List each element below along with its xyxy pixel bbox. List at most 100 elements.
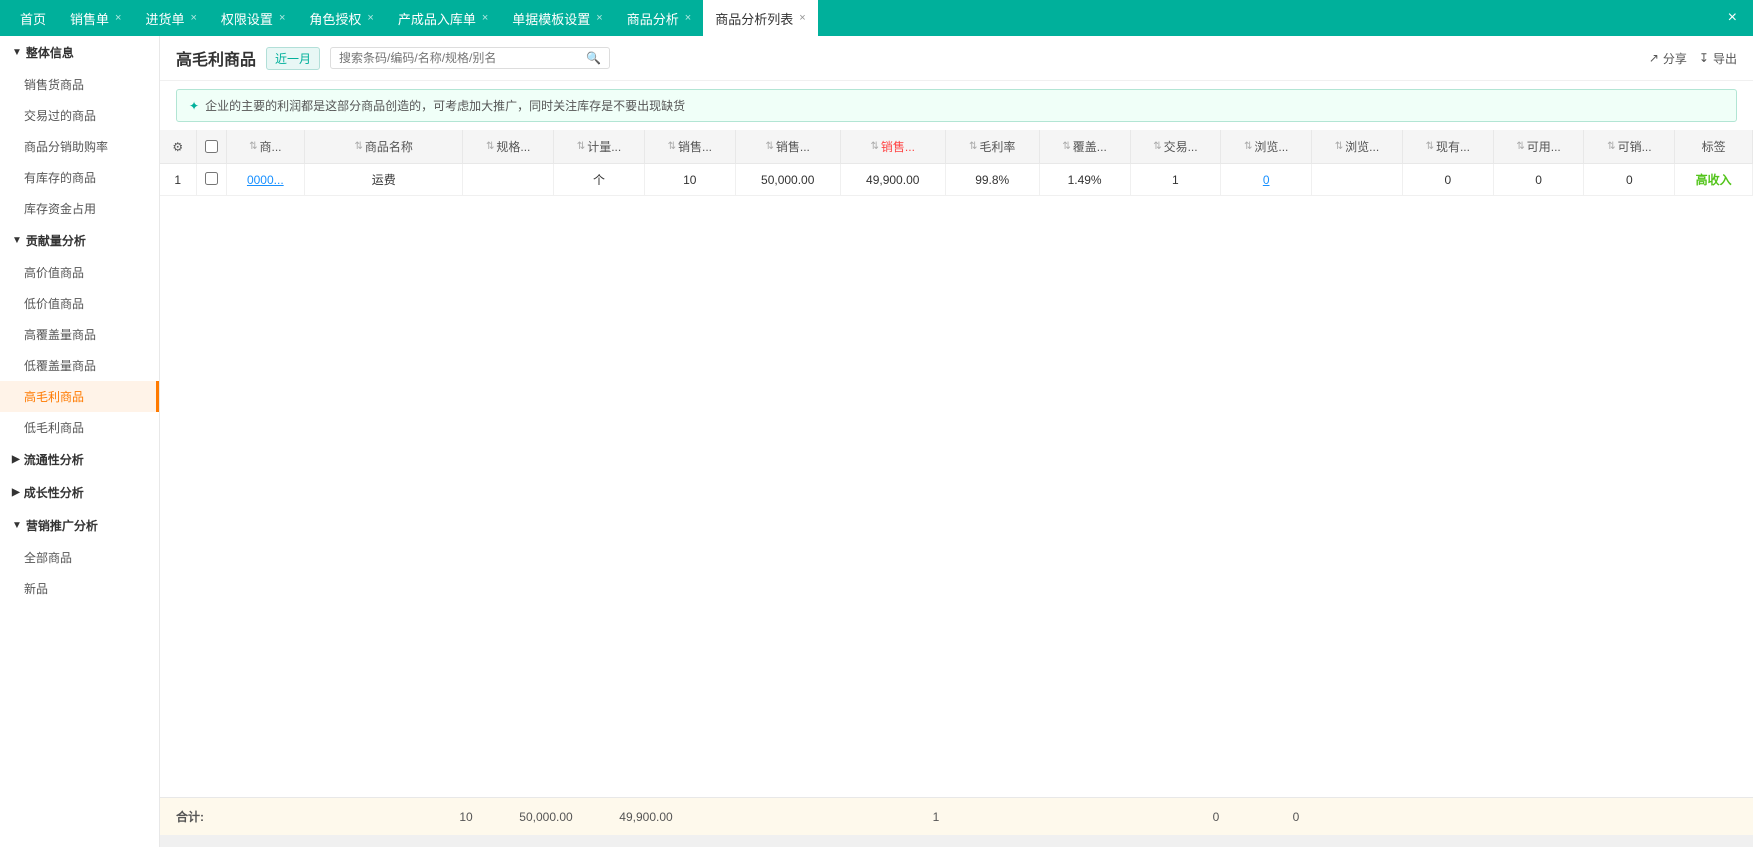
sidebar-group-growth[interactable]: ▶ 成长性分析 — [0, 476, 159, 509]
group-arrow-overall: ▼ — [12, 47, 22, 58]
sidebar-item-high-coverage[interactable]: 高覆盖量商品 — [0, 319, 159, 350]
table-row: 1 0000... 运费 个 10 50,000.00 49,900.00 99… — [160, 164, 1753, 196]
info-icon: ✦ — [189, 99, 199, 113]
nav-item-template[interactable]: 单据模板设置 × — [500, 0, 614, 36]
cell-sales3: 49,900.00 — [840, 164, 945, 196]
sidebar-group-contribution[interactable]: ▼ 贡献量分析 — [0, 224, 159, 257]
col-sellable: ⇅可销... — [1584, 130, 1675, 164]
header-actions: ↗ 分享 ↧ 导出 — [1649, 50, 1737, 67]
close-purchase-tab[interactable]: × — [190, 12, 196, 24]
close-template-tab[interactable]: × — [596, 12, 602, 24]
col-transaction: ⇅交易... — [1130, 130, 1221, 164]
search-input[interactable] — [339, 51, 586, 65]
col-sales3: ⇅销售... — [840, 130, 945, 164]
export-button[interactable]: ↧ 导出 — [1699, 50, 1737, 67]
select-all-checkbox[interactable] — [205, 140, 218, 153]
settings-icon[interactable]: ⚙ — [172, 140, 183, 154]
sidebar-item-inventory-capital[interactable]: 库存资金占用 — [0, 193, 159, 224]
table-container[interactable]: ⚙ ⇅商... ⇅商品名称 ⇅规格... ⇅计量... ⇅销售... ⇅销售..… — [160, 130, 1753, 797]
close-permissions-tab[interactable]: × — [279, 12, 285, 24]
cell-available: 0 — [1493, 164, 1584, 196]
share-button[interactable]: ↗ 分享 — [1649, 50, 1687, 67]
col-gross-rate: ⇅毛利率 — [945, 130, 1039, 164]
close-product-inbound-tab[interactable]: × — [482, 12, 488, 24]
group-arrow-marketing: ▼ — [12, 520, 22, 531]
cell-sellable: 0 — [1584, 164, 1675, 196]
page-title: 高毛利商品 — [176, 46, 256, 70]
footer-cell-sales1 — [236, 810, 436, 824]
filter-recent-month-button[interactable]: 近一月 — [266, 47, 320, 70]
cell-current: 0 — [1402, 164, 1493, 196]
col-coverage: ⇅覆盖... — [1039, 130, 1130, 164]
close-analysis-tab[interactable]: × — [685, 12, 691, 24]
sidebar-item-in-stock[interactable]: 有库存的商品 — [0, 162, 159, 193]
cell-tag: 高收入 — [1675, 164, 1753, 196]
close-roles-tab[interactable]: × — [367, 12, 373, 24]
footer-cell-sales1-val: 10 — [436, 810, 496, 824]
share-icon: ↗ — [1649, 51, 1659, 65]
col-name: ⇅商品名称 — [305, 130, 463, 164]
sidebar-item-low-coverage[interactable]: 低覆盖量商品 — [0, 350, 159, 381]
sidebar-item-high-margin[interactable]: 高毛利商品 — [0, 381, 159, 412]
row-checkbox[interactable] — [205, 172, 218, 185]
content-area: 高毛利商品 近一月 🔍 ↗ 分享 ↧ 导出 ✦ 企业的主要的利润都是这部分商品创… — [160, 36, 1753, 847]
group-arrow-contribution: ▼ — [12, 235, 22, 246]
group-arrow-liquidity: ▶ — [12, 454, 20, 465]
nav-item-purchase[interactable]: 进货单 × — [133, 0, 208, 36]
col-sales2: ⇅销售... — [735, 130, 840, 164]
col-sales1: ⇅销售... — [644, 130, 735, 164]
col-spec: ⇅规格... — [463, 130, 554, 164]
col-unit: ⇅计量... — [554, 130, 645, 164]
nav-item-product-inbound[interactable]: 产成品入库单 × — [386, 0, 500, 36]
sidebar-item-all-goods[interactable]: 全部商品 — [0, 542, 159, 573]
sidebar: « ▼ 整体信息 销售货商品 交易过的商品 商品分销助购率 有库存的商品 库存资… — [0, 36, 160, 847]
col-index: ⚙ — [160, 130, 196, 164]
col-checkbox — [196, 130, 226, 164]
sidebar-group-liquidity[interactable]: ▶ 流通性分析 — [0, 443, 159, 476]
nav-item-sales[interactable]: 销售单 × — [58, 0, 133, 36]
col-code: ⇅商... — [226, 130, 305, 164]
sidebar-collapse-button[interactable]: « — [159, 422, 160, 462]
cell-sales1: 10 — [644, 164, 735, 196]
sidebar-item-distribution-rate[interactable]: 商品分销助购率 — [0, 131, 159, 162]
horizontal-scrollbar[interactable] — [160, 835, 1753, 847]
nav-item-home[interactable]: 首页 — [8, 0, 58, 36]
data-table: ⚙ ⇅商... ⇅商品名称 ⇅规格... ⇅计量... ⇅销售... ⇅销售..… — [160, 130, 1753, 196]
main-layout: « ▼ 整体信息 销售货商品 交易过的商品 商品分销助购率 有库存的商品 库存资… — [0, 36, 1753, 847]
sidebar-item-low-value[interactable]: 低价值商品 — [0, 288, 159, 319]
col-tag: 标签 — [1675, 130, 1753, 164]
export-icon: ↧ — [1699, 51, 1709, 65]
footer-total: 合计: 10 50,000.00 49,900.00 1 0 0 — [160, 797, 1753, 835]
cell-gross-rate: 99.8% — [945, 164, 1039, 196]
footer-cells: 10 50,000.00 49,900.00 1 0 0 — [236, 810, 1737, 824]
close-analysis-list-tab[interactable]: × — [799, 12, 805, 24]
sidebar-item-low-margin[interactable]: 低毛利商品 — [0, 412, 159, 443]
table-header-row: ⚙ ⇅商... ⇅商品名称 ⇅规格... ⇅计量... ⇅销售... ⇅销售..… — [160, 130, 1753, 164]
top-navigation: 首页 销售单 × 进货单 × 权限设置 × 角色授权 × 产成品入库单 × 单据… — [0, 0, 1753, 36]
cell-browse1[interactable]: 0 — [1221, 164, 1312, 196]
sidebar-item-new-goods[interactable]: 新品 — [0, 573, 159, 604]
nav-item-analysis[interactable]: 商品分析 × — [615, 0, 703, 36]
cell-unit: 个 — [554, 164, 645, 196]
cell-name: 运费 — [305, 164, 463, 196]
footer-cell-empty1 — [696, 810, 896, 824]
nav-item-roles[interactable]: 角色授权 × — [297, 0, 385, 36]
search-icon[interactable]: 🔍 — [586, 51, 601, 65]
close-all-tabs[interactable]: × — [1720, 9, 1745, 27]
col-browse2: ⇅浏览... — [1312, 130, 1403, 164]
cell-browse2 — [1312, 164, 1403, 196]
footer-cell-sales2-val: 50,000.00 — [496, 810, 596, 824]
sidebar-group-overall[interactable]: ▼ 整体信息 — [0, 36, 159, 69]
nav-item-permissions[interactable]: 权限设置 × — [209, 0, 297, 36]
sidebar-item-sales-goods[interactable]: 销售货商品 — [0, 69, 159, 100]
sidebar-item-high-value[interactable]: 高价值商品 — [0, 257, 159, 288]
sidebar-group-marketing[interactable]: ▼ 营销推广分析 — [0, 509, 159, 542]
content-header: 高毛利商品 近一月 🔍 ↗ 分享 ↧ 导出 — [160, 36, 1753, 81]
cell-code[interactable]: 0000... — [226, 164, 305, 196]
search-box: 🔍 — [330, 47, 610, 69]
footer-cell-current-val: 0 — [1176, 810, 1256, 824]
cell-checkbox — [196, 164, 226, 196]
close-sales-tab[interactable]: × — [115, 12, 121, 24]
nav-item-analysis-list[interactable]: 商品分析列表 × — [703, 0, 817, 36]
sidebar-item-traded-goods[interactable]: 交易过的商品 — [0, 100, 159, 131]
